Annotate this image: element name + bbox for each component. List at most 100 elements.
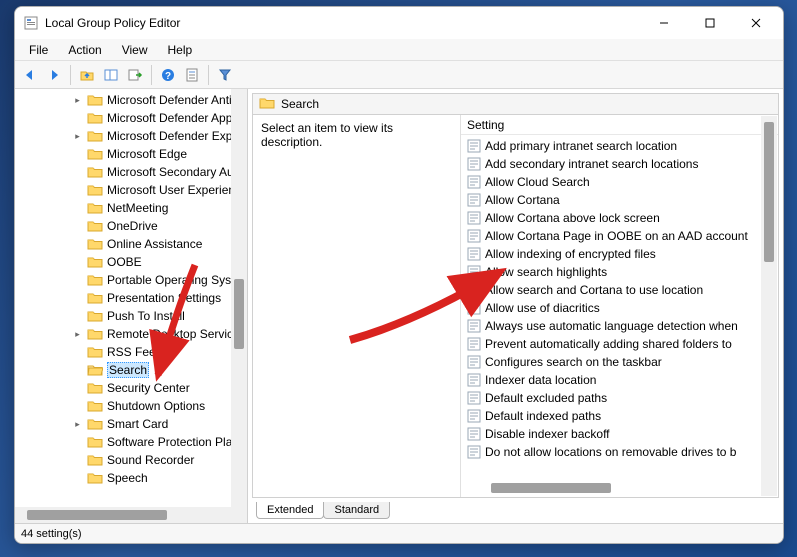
back-arrow-icon[interactable] <box>19 64 41 86</box>
folder-icon <box>87 165 103 179</box>
panels-icon[interactable] <box>100 64 122 86</box>
tree-item[interactable]: Microsoft Secondary Aut <box>15 163 247 181</box>
setting-label: Add primary intranet search location <box>485 139 677 153</box>
folder-icon <box>259 96 275 113</box>
minimize-button[interactable] <box>641 8 687 38</box>
tree-item[interactable]: ▸ Microsoft Defender Anti <box>15 91 247 109</box>
setting-row[interactable]: Disable indexer backoff <box>461 425 778 443</box>
tree-item-label: Online Assistance <box>107 237 202 251</box>
menu-action[interactable]: Action <box>58 41 111 59</box>
policy-icon <box>467 391 481 405</box>
setting-row[interactable]: Allow Cloud Search <box>461 173 778 191</box>
maximize-button[interactable] <box>687 8 733 38</box>
expander-icon[interactable]: ▸ <box>73 330 82 339</box>
tree-item[interactable]: Security Center <box>15 379 247 397</box>
setting-row[interactable]: Default indexed paths <box>461 407 778 425</box>
folder-up-icon[interactable] <box>76 64 98 86</box>
export-icon[interactable] <box>124 64 146 86</box>
tree-item[interactable]: Microsoft Defender App <box>15 109 247 127</box>
detail-vertical-scrollbar[interactable] <box>761 116 777 496</box>
setting-label: Indexer data location <box>485 373 596 387</box>
folder-icon <box>87 219 103 233</box>
setting-row[interactable]: Always use automatic language detection … <box>461 317 778 335</box>
setting-label: Allow indexing of encrypted files <box>485 247 656 261</box>
properties-icon[interactable] <box>181 64 203 86</box>
expander-icon[interactable]: ▸ <box>73 420 82 429</box>
tree-item[interactable]: Presentation Settings <box>15 289 247 307</box>
setting-row[interactable]: Allow search and Cortana to use location <box>461 281 778 299</box>
folder-icon <box>87 273 103 287</box>
setting-label: Default indexed paths <box>485 409 601 423</box>
setting-row[interactable]: Allow Cortana above lock screen <box>461 209 778 227</box>
setting-row[interactable]: Default excluded paths <box>461 389 778 407</box>
tree-item[interactable]: Sound Recorder <box>15 451 247 469</box>
tab-extended[interactable]: Extended <box>256 502 324 519</box>
description-column: Select an item to view its description. <box>253 115 461 497</box>
scrollbar-thumb[interactable] <box>27 510 167 520</box>
folder-icon <box>87 453 103 467</box>
tree-item[interactable]: ▸Microsoft Defender Expl <box>15 127 247 145</box>
tree-item[interactable]: Online Assistance <box>15 235 247 253</box>
policy-icon <box>467 265 481 279</box>
folder-icon <box>87 111 103 125</box>
menu-view[interactable]: View <box>112 41 158 59</box>
statusbar: 44 setting(s) <box>15 523 783 543</box>
tree-item[interactable]: OneDrive <box>15 217 247 235</box>
policy-icon <box>467 283 481 297</box>
tree-pane: ▸ Microsoft Defender Anti Microsoft Defend… <box>15 89 248 523</box>
setting-label: Allow use of diacritics <box>485 301 600 315</box>
setting-label: Prevent automatically adding shared fold… <box>485 337 732 351</box>
expander-icon[interactable]: ▸ <box>73 96 82 105</box>
tree-item[interactable]: Microsoft Edge <box>15 145 247 163</box>
forward-arrow-icon[interactable] <box>43 64 65 86</box>
tree-item[interactable]: RSS Feeds <box>15 343 247 361</box>
tree-item[interactable]: Push To Install <box>15 307 247 325</box>
setting-label: Always use automatic language detection … <box>485 319 738 333</box>
expander-icon[interactable]: ▸ <box>73 132 82 141</box>
tree-item[interactable]: Shutdown Options <box>15 397 247 415</box>
setting-row[interactable]: Allow indexing of encrypted files <box>461 245 778 263</box>
settings-horizontal-scrollbar[interactable] <box>461 481 778 497</box>
folder-icon <box>87 255 103 269</box>
setting-row[interactable]: Allow Cortana <box>461 191 778 209</box>
setting-row[interactable]: Prevent automatically adding shared fold… <box>461 335 778 353</box>
setting-row[interactable]: Indexer data location <box>461 371 778 389</box>
setting-row[interactable]: Allow search highlights <box>461 263 778 281</box>
tree-item[interactable]: OOBE <box>15 253 247 271</box>
tree-item[interactable]: ▸Smart Card <box>15 415 247 433</box>
menu-help[interactable]: Help <box>158 41 203 59</box>
setting-row[interactable]: Allow use of diacritics <box>461 299 778 317</box>
tree-item-label: OOBE <box>107 255 142 269</box>
tree-item-label: RSS Feeds <box>107 345 168 359</box>
tree-item-label: Microsoft Defender Anti <box>107 93 232 107</box>
menu-file[interactable]: File <box>19 41 58 59</box>
tree-item[interactable]: Speech <box>15 469 247 487</box>
policy-icon <box>467 355 481 369</box>
setting-row[interactable]: Add primary intranet search location <box>461 137 778 155</box>
setting-row[interactable]: Configures search on the taskbar <box>461 353 778 371</box>
settings-column-header[interactable]: Setting <box>461 115 778 135</box>
scrollbar-thumb[interactable] <box>234 279 244 349</box>
tree-item[interactable]: ▸Remote Desktop Service <box>15 325 247 343</box>
tree-item[interactable]: Portable Operating Syste <box>15 271 247 289</box>
tree-item[interactable]: Software Protection Platf <box>15 433 247 451</box>
setting-row[interactable]: Allow Cortana Page in OOBE on an AAD acc… <box>461 227 778 245</box>
folder-icon <box>87 237 103 251</box>
help-icon[interactable]: ? <box>157 64 179 86</box>
scrollbar-thumb[interactable] <box>491 483 611 493</box>
tree-item[interactable]: Microsoft User Experienc <box>15 181 247 199</box>
scrollbar-thumb[interactable] <box>764 122 774 262</box>
close-button[interactable] <box>733 8 779 38</box>
tab-standard[interactable]: Standard <box>323 502 390 519</box>
tree-vertical-scrollbar[interactable] <box>231 89 247 507</box>
window-title: Local Group Policy Editor <box>45 16 180 30</box>
setting-row[interactable]: Do not allow locations on removable driv… <box>461 443 778 461</box>
app-icon <box>23 15 39 31</box>
tree-item[interactable]: Search <box>15 361 247 379</box>
detail-tabs: ExtendedStandard <box>252 497 779 519</box>
folder-icon <box>87 291 103 305</box>
setting-row[interactable]: Add secondary intranet search locations <box>461 155 778 173</box>
filter-icon[interactable] <box>214 64 236 86</box>
tree-horizontal-scrollbar[interactable] <box>15 507 247 523</box>
tree-item[interactable]: NetMeeting <box>15 199 247 217</box>
